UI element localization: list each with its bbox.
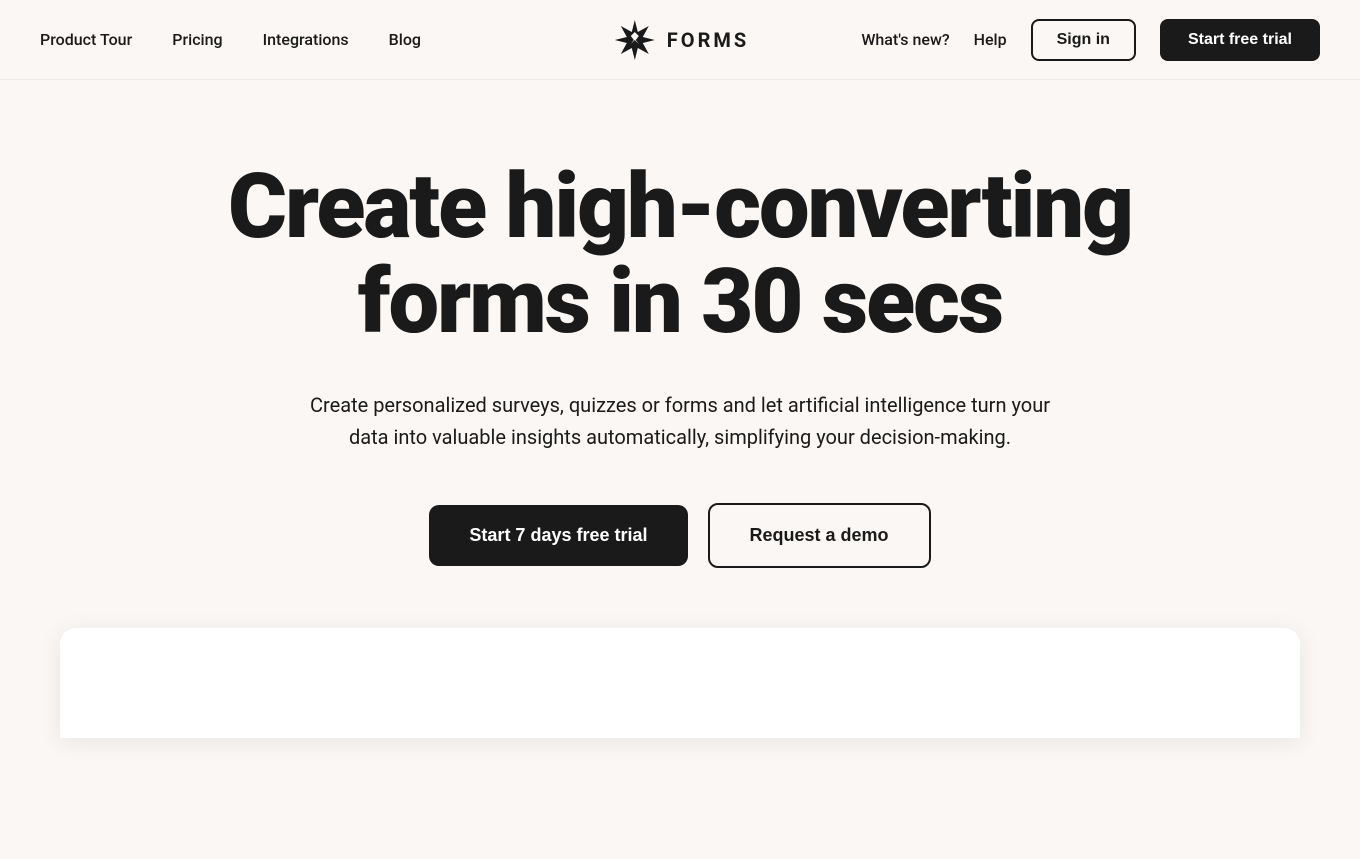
nav-left: Product Tour Pricing Integrations Blog [40, 30, 421, 49]
logo[interactable]: FORMS [611, 16, 749, 64]
preview-card [60, 628, 1300, 738]
signin-button[interactable]: Sign in [1031, 19, 1136, 61]
hero-section: Create high-converting forms in 30 secs … [0, 80, 1360, 738]
hero-subtitle: Create personalized surveys, quizzes or … [290, 389, 1070, 453]
navigation: Product Tour Pricing Integrations Blog F… [0, 0, 1360, 80]
nav-start-trial-button[interactable]: Start free trial [1160, 19, 1320, 61]
logo-icon [611, 16, 659, 64]
nav-right: What's new? Help Sign in Start free tria… [861, 19, 1320, 61]
nav-link-whats-new[interactable]: What's new? [861, 30, 949, 49]
nav-link-pricing[interactable]: Pricing [172, 30, 222, 49]
preview-container [60, 628, 1300, 738]
nav-link-integrations[interactable]: Integrations [263, 30, 349, 49]
nav-link-product-tour[interactable]: Product Tour [40, 30, 132, 49]
hero-cta-group: Start 7 days free trial Request a demo [429, 503, 930, 568]
hero-start-trial-button[interactable]: Start 7 days free trial [429, 505, 687, 566]
hero-title-line2: forms in 30 secs [358, 249, 1002, 354]
nav-link-blog[interactable]: Blog [389, 30, 421, 49]
nav-link-help[interactable]: Help [974, 30, 1007, 49]
hero-request-demo-button[interactable]: Request a demo [708, 503, 931, 568]
logo-text: FORMS [667, 28, 749, 52]
hero-title: Create high-converting forms in 30 secs [228, 160, 1132, 349]
hero-title-line1: Create high-converting [228, 154, 1132, 259]
